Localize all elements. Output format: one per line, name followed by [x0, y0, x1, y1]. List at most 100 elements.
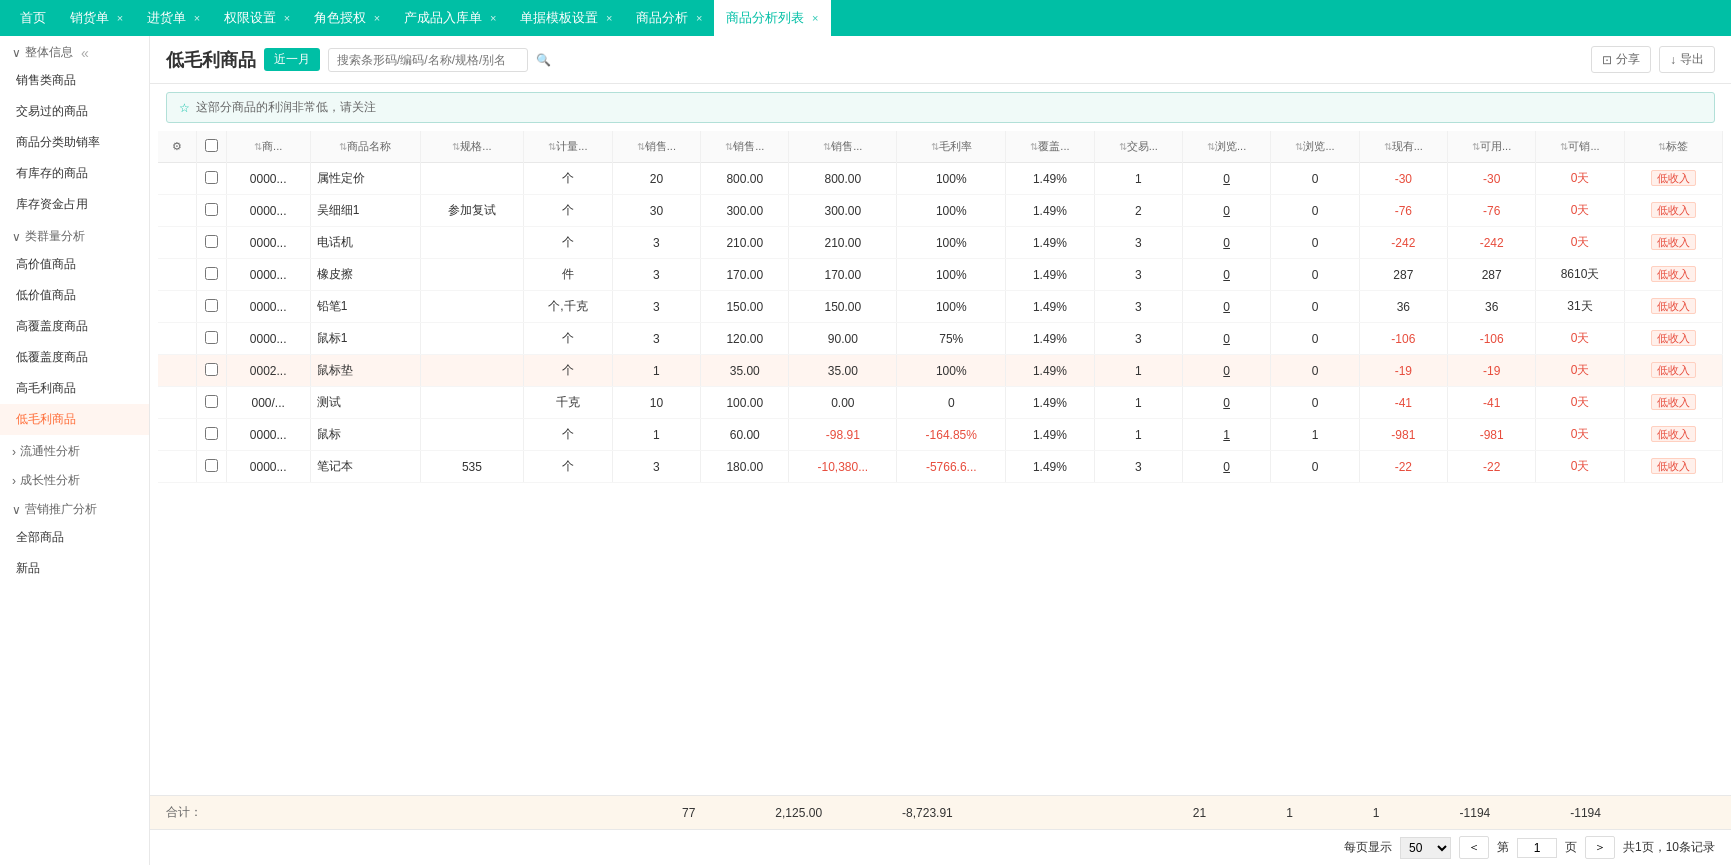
- nav-products[interactable]: 产成品入库单 ×: [392, 0, 508, 36]
- row-settings: [158, 451, 196, 483]
- row-checkbox[interactable]: [196, 291, 226, 323]
- close-analysis-list-icon[interactable]: ×: [812, 12, 818, 24]
- sidebar-item-traded-goods[interactable]: 交易过的商品: [0, 96, 149, 127]
- row-view1[interactable]: 0: [1182, 163, 1270, 195]
- col-tag[interactable]: 标签: [1624, 131, 1722, 163]
- sidebar-item-high-margin[interactable]: 高毛利商品: [0, 373, 149, 404]
- row-code: 0000...: [226, 291, 310, 323]
- sidebar-item-all-goods[interactable]: 全部商品: [0, 522, 149, 553]
- col-unit[interactable]: 计量...: [524, 131, 613, 163]
- row-checkbox[interactable]: [196, 259, 226, 291]
- export-button[interactable]: ↓ 导出: [1659, 46, 1715, 73]
- close-sales-icon[interactable]: ×: [117, 12, 123, 24]
- row-view1[interactable]: 0: [1182, 355, 1270, 387]
- col-checkbox[interactable]: [196, 131, 226, 163]
- footer-available: -1194: [1570, 806, 1601, 820]
- sidebar-item-low-coverage[interactable]: 低覆盖度商品: [0, 342, 149, 373]
- col-sales-profit[interactable]: 销售...: [789, 131, 897, 163]
- close-permissions-icon[interactable]: ×: [284, 12, 290, 24]
- row-checkbox[interactable]: [196, 419, 226, 451]
- sidebar-item-stocked-goods[interactable]: 有库存的商品: [0, 158, 149, 189]
- row-view1[interactable]: 0: [1182, 227, 1270, 259]
- row-checkbox[interactable]: [196, 195, 226, 227]
- close-products-icon[interactable]: ×: [490, 12, 496, 24]
- row-gross-margin: 0: [897, 387, 1006, 419]
- row-view2: 0: [1271, 451, 1359, 483]
- sidebar-item-category-rate[interactable]: 商品分类助销率: [0, 127, 149, 158]
- row-checkbox[interactable]: [196, 355, 226, 387]
- close-templates-icon[interactable]: ×: [606, 12, 612, 24]
- nav-templates[interactable]: 单据模板设置 ×: [508, 0, 624, 36]
- row-view1[interactable]: 0: [1182, 387, 1270, 419]
- row-checkbox[interactable]: [196, 163, 226, 195]
- row-code: 0000...: [226, 227, 310, 259]
- row-tag: 低收入: [1624, 387, 1722, 419]
- nav-roles[interactable]: 角色授权 ×: [302, 0, 392, 36]
- col-name[interactable]: 商品名称: [310, 131, 420, 163]
- row-view1[interactable]: 0: [1182, 291, 1270, 323]
- row-checkbox[interactable]: [196, 323, 226, 355]
- close-purchase-icon[interactable]: ×: [194, 12, 200, 24]
- nav-analysis[interactable]: 商品分析 ×: [624, 0, 714, 36]
- row-checkbox[interactable]: [196, 227, 226, 259]
- header-actions: ⊡ 分享 ↓ 导出: [1591, 46, 1715, 73]
- sidebar-item-high-coverage[interactable]: 高覆盖度商品: [0, 311, 149, 342]
- row-view1[interactable]: 0: [1182, 259, 1270, 291]
- col-gross-margin[interactable]: 毛利率: [897, 131, 1006, 163]
- sidebar-item-high-value[interactable]: 高价值商品: [0, 249, 149, 280]
- nav-home[interactable]: 首页: [8, 0, 58, 36]
- select-all-checkbox[interactable]: [205, 139, 218, 152]
- row-view1[interactable]: 0: [1182, 195, 1270, 227]
- row-trade: 3: [1094, 227, 1182, 259]
- row-checkbox[interactable]: [196, 387, 226, 419]
- row-view1[interactable]: 0: [1182, 323, 1270, 355]
- col-sales-amount[interactable]: 销售...: [701, 131, 789, 163]
- row-salable: 0天: [1536, 355, 1624, 387]
- col-spec[interactable]: 规格...: [420, 131, 523, 163]
- row-settings: [158, 291, 196, 323]
- row-sales-amount: 35.00: [701, 355, 789, 387]
- row-view2: 0: [1271, 227, 1359, 259]
- nav-sales[interactable]: 销货单 ×: [58, 0, 135, 36]
- row-sales-profit: 300.00: [789, 195, 897, 227]
- row-unit: 个: [524, 451, 613, 483]
- page-size-select[interactable]: 50 100 200: [1400, 837, 1451, 859]
- col-available[interactable]: 可用...: [1447, 131, 1535, 163]
- page-title: 低毛利商品: [166, 48, 256, 72]
- table-container[interactable]: ⚙ 商... 商品名称 规格... 计量... 销售... 销售... 销售..…: [150, 131, 1731, 795]
- top-navigation: 首页 销货单 × 进货单 × 权限设置 × 角色授权 × 产成品入库单 × 单据…: [0, 0, 1731, 36]
- search-input[interactable]: [328, 48, 528, 72]
- nav-purchase[interactable]: 进货单 ×: [135, 0, 212, 36]
- search-icon[interactable]: 🔍: [536, 53, 551, 67]
- row-checkbox[interactable]: [196, 451, 226, 483]
- page-number-input[interactable]: [1517, 838, 1557, 858]
- close-roles-icon[interactable]: ×: [374, 12, 380, 24]
- col-view2[interactable]: 浏览...: [1271, 131, 1359, 163]
- sidebar-item-new-goods[interactable]: 新品: [0, 553, 149, 584]
- nav-analysis-list[interactable]: 商品分析列表 ×: [714, 0, 830, 36]
- col-current-stock[interactable]: 现有...: [1359, 131, 1447, 163]
- row-view1[interactable]: 0: [1182, 451, 1270, 483]
- nav-permissions[interactable]: 权限设置 ×: [212, 0, 302, 36]
- sidebar-item-low-value[interactable]: 低价值商品: [0, 280, 149, 311]
- col-coverage[interactable]: 覆盖...: [1006, 131, 1094, 163]
- notice-icon: ☆: [179, 101, 190, 115]
- col-salable[interactable]: 可销...: [1536, 131, 1624, 163]
- sidebar-collapse-btn[interactable]: «: [81, 45, 89, 61]
- close-analysis-icon[interactable]: ×: [696, 12, 702, 24]
- prev-page-button[interactable]: ＜: [1459, 836, 1489, 859]
- row-tag: 低收入: [1624, 323, 1722, 355]
- time-filter-button[interactable]: 近一月: [264, 48, 320, 71]
- col-code[interactable]: 商...: [226, 131, 310, 163]
- sidebar-item-low-margin[interactable]: 低毛利商品: [0, 404, 149, 435]
- share-button[interactable]: ⊡ 分享: [1591, 46, 1651, 73]
- sidebar-item-sales-goods[interactable]: 销售类商品: [0, 65, 149, 96]
- col-view1[interactable]: 浏览...: [1182, 131, 1270, 163]
- next-page-button[interactable]: ＞: [1585, 836, 1615, 859]
- col-sales-qty[interactable]: 销售...: [612, 131, 700, 163]
- col-settings[interactable]: ⚙: [158, 131, 196, 163]
- chevron-down-icon3: ∨: [12, 503, 21, 517]
- sidebar-item-capital-usage[interactable]: 库存资金占用: [0, 189, 149, 220]
- col-trade[interactable]: 交易...: [1094, 131, 1182, 163]
- row-view1[interactable]: 1: [1182, 419, 1270, 451]
